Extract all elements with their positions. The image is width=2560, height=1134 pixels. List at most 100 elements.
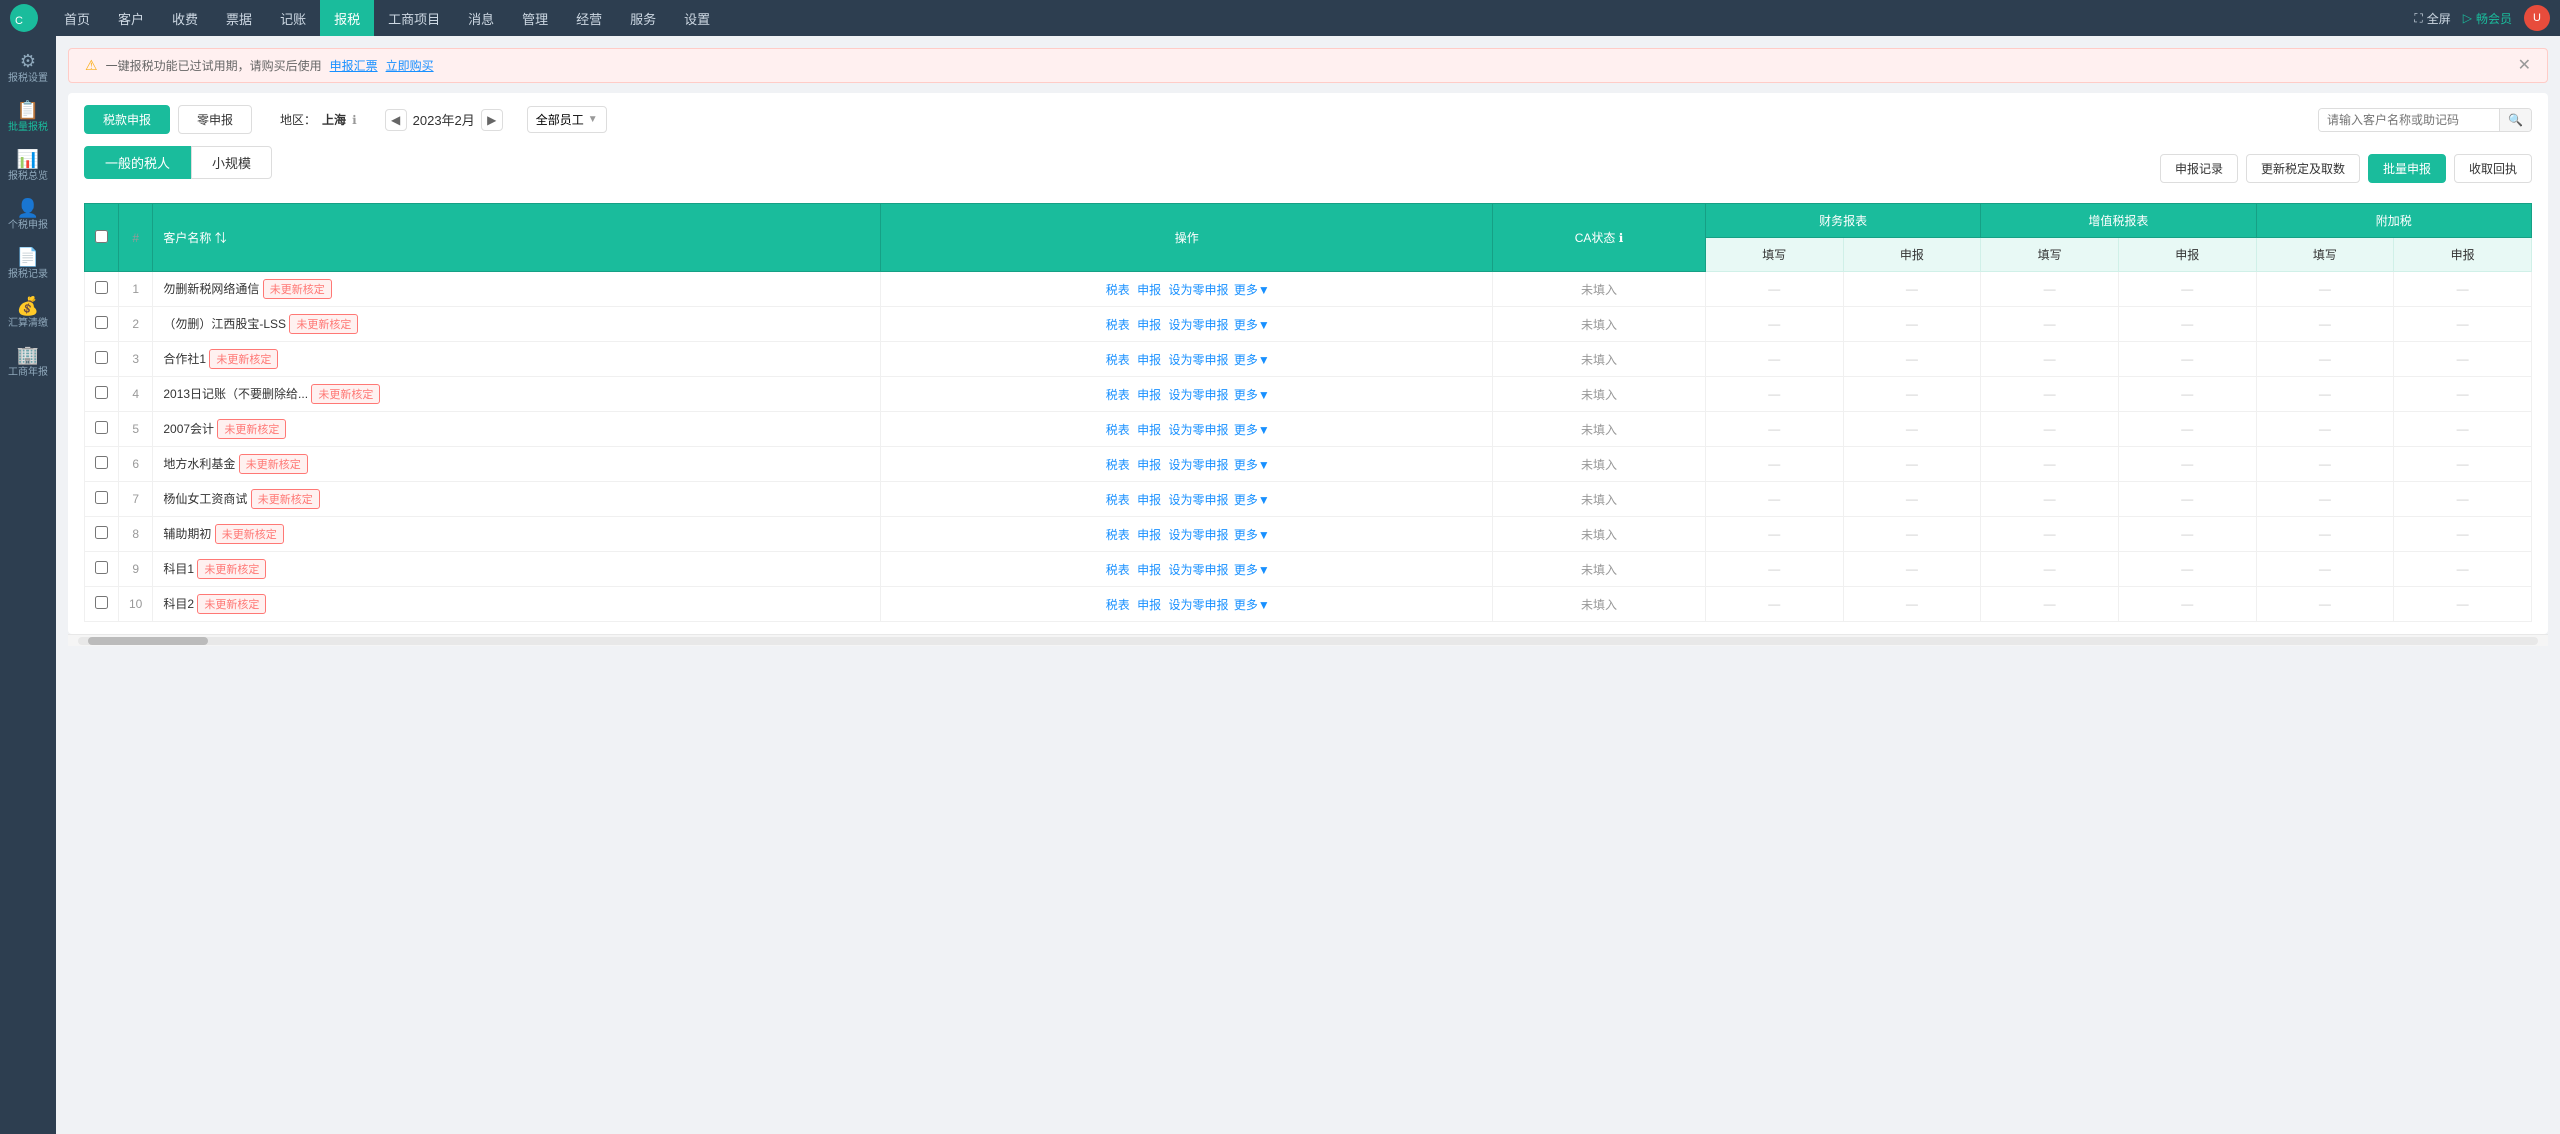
region-info-icon[interactable]: ℹ [352,113,357,127]
row-num: 10 [119,587,153,622]
op-more[interactable]: 更多▼ [1234,353,1270,367]
scroll-thumb[interactable] [88,637,208,645]
filter-row: 税款申报 零申报 地区： 上海 ℹ ◀ 2023年2月 ▶ 全部员工 ▼ [84,105,2532,134]
op-declare[interactable]: 申报 [1137,353,1161,367]
op-tax-form[interactable]: 税表 [1106,318,1130,332]
row-checkbox[interactable] [95,351,108,364]
nav-item-business[interactable]: 工商项目 [374,0,454,36]
sidebar-item-annual-settle[interactable]: 💰 汇算清缴 [0,289,56,338]
op-declare[interactable]: 申报 [1137,318,1161,332]
nav-item-operate[interactable]: 经营 [562,0,616,36]
avatar[interactable]: U [2524,5,2550,31]
op-tax-form[interactable]: 税表 [1106,528,1130,542]
row-checkbox[interactable] [95,561,108,574]
op-more[interactable]: 更多▼ [1234,318,1270,332]
nav-item-home[interactable]: 首页 [50,0,104,36]
nav-item-settings[interactable]: 设置 [670,0,724,36]
op-more[interactable]: 更多▼ [1234,493,1270,507]
date-prev-button[interactable]: ◀ [385,109,407,131]
row-checkbox[interactable] [95,456,108,469]
tab-zero-declaration[interactable]: 零申报 [178,105,252,134]
op-tax-form[interactable]: 税表 [1106,563,1130,577]
op-declare[interactable]: 申报 [1137,423,1161,437]
update-tax-button[interactable]: 更新税定及取数 [2246,154,2360,183]
sidebar-item-batch-tax[interactable]: 📋 批量报税 [0,93,56,142]
op-tax-form[interactable]: 税表 [1106,353,1130,367]
op-declare[interactable]: 申报 [1137,598,1161,612]
search-button[interactable]: 🔍 [2499,109,2531,131]
banner-link-report[interactable]: 申报汇票 [330,57,378,74]
op-zero-declare[interactable]: 设为零申报 [1169,458,1229,472]
nav-item-service[interactable]: 服务 [616,0,670,36]
sidebar-item-tax-settings[interactable]: ⚙ 报税设置 [0,44,56,93]
op-more[interactable]: 更多▼ [1234,423,1270,437]
nav-item-client[interactable]: 客户 [104,0,158,36]
op-zero-declare[interactable]: 设为零申报 [1169,283,1229,297]
row-vat-fill: — [1981,307,2119,342]
op-tax-form[interactable]: 税表 [1106,458,1130,472]
op-declare[interactable]: 申报 [1137,388,1161,402]
row-checkbox[interactable] [95,386,108,399]
op-tax-form[interactable]: 税表 [1106,283,1130,297]
sidebar-item-tax-record[interactable]: 📄 报税记录 [0,240,56,289]
row-checkbox[interactable] [95,491,108,504]
op-zero-declare[interactable]: 设为零申报 [1169,598,1229,612]
op-more[interactable]: 更多▼ [1234,458,1270,472]
op-tax-form[interactable]: 税表 [1106,493,1130,507]
nav-item-invoice[interactable]: 票据 [212,0,266,36]
op-declare[interactable]: 申报 [1137,283,1161,297]
op-zero-declare[interactable]: 设为零申报 [1169,528,1229,542]
date-next-button[interactable]: ▶ [481,109,503,131]
row-checkbox[interactable] [95,281,108,294]
sidebar-item-business-annual[interactable]: 🏢 工商年报 [0,338,56,387]
op-declare[interactable]: 申报 [1137,528,1161,542]
row-checkbox[interactable] [95,596,108,609]
nav-item-accounting[interactable]: 记账 [266,0,320,36]
op-tax-form[interactable]: 税表 [1106,598,1130,612]
staff-dropdown[interactable]: 全部员工 ▼ [527,106,607,133]
collect-receipt-button[interactable]: 收取回执 [2454,154,2532,183]
select-all-checkbox[interactable] [95,230,108,243]
op-zero-declare[interactable]: 设为零申报 [1169,563,1229,577]
row-checkbox[interactable] [95,316,108,329]
row-vat-fill: — [1981,552,2119,587]
op-more[interactable]: 更多▼ [1234,563,1270,577]
op-zero-declare[interactable]: 设为零申报 [1169,423,1229,437]
op-zero-declare[interactable]: 设为零申报 [1169,388,1229,402]
status-badge: 未更新核定 [239,454,308,474]
banner-link-buy[interactable]: 立即购买 [386,57,434,74]
nav-item-tax[interactable]: 报税 [320,0,374,36]
sidebar-item-tax-overview[interactable]: 📊 报税总览 [0,142,56,191]
row-client-name: 科目2 未更新核定 [153,587,881,622]
row-checkbox[interactable] [95,526,108,539]
nav-item-manage[interactable]: 管理 [508,0,562,36]
batch-declare-button[interactable]: 批量申报 [2368,154,2446,183]
banner-close-button[interactable]: ✕ [2518,58,2531,74]
op-more[interactable]: 更多▼ [1234,598,1270,612]
op-more[interactable]: 更多▼ [1234,388,1270,402]
op-declare[interactable]: 申报 [1137,458,1161,472]
op-zero-declare[interactable]: 设为零申报 [1169,318,1229,332]
op-tax-form[interactable]: 税表 [1106,388,1130,402]
declaration-record-button[interactable]: 申报记录 [2160,154,2238,183]
op-declare[interactable]: 申报 [1137,493,1161,507]
sidebar-item-personal-tax[interactable]: 👤 个税申报 [0,191,56,240]
tab-small-scale[interactable]: 小规模 [191,146,272,179]
op-more[interactable]: 更多▼ [1234,528,1270,542]
ca-info-icon: ℹ [1619,231,1624,245]
op-tax-form[interactable]: 税表 [1106,423,1130,437]
op-declare[interactable]: 申报 [1137,563,1161,577]
op-zero-declare[interactable]: 设为零申报 [1169,353,1229,367]
tab-general-taxpayer[interactable]: 一般的税人 [84,146,191,179]
horizontal-scrollbar[interactable] [68,634,2548,646]
search-input[interactable] [2319,109,2499,131]
row-client-name: 合作社1 未更新核定 [153,342,881,377]
tab-tax-declaration[interactable]: 税款申报 [84,105,170,134]
op-more[interactable]: 更多▼ [1234,283,1270,297]
nav-item-message[interactable]: 消息 [454,0,508,36]
op-zero-declare[interactable]: 设为零申报 [1169,493,1229,507]
vip-button[interactable]: ▷ 畅会员 [2463,10,2512,27]
fullscreen-button[interactable]: ⛶ 全屏 [2414,10,2450,27]
row-checkbox[interactable] [95,421,108,434]
nav-item-billing[interactable]: 收费 [158,0,212,36]
